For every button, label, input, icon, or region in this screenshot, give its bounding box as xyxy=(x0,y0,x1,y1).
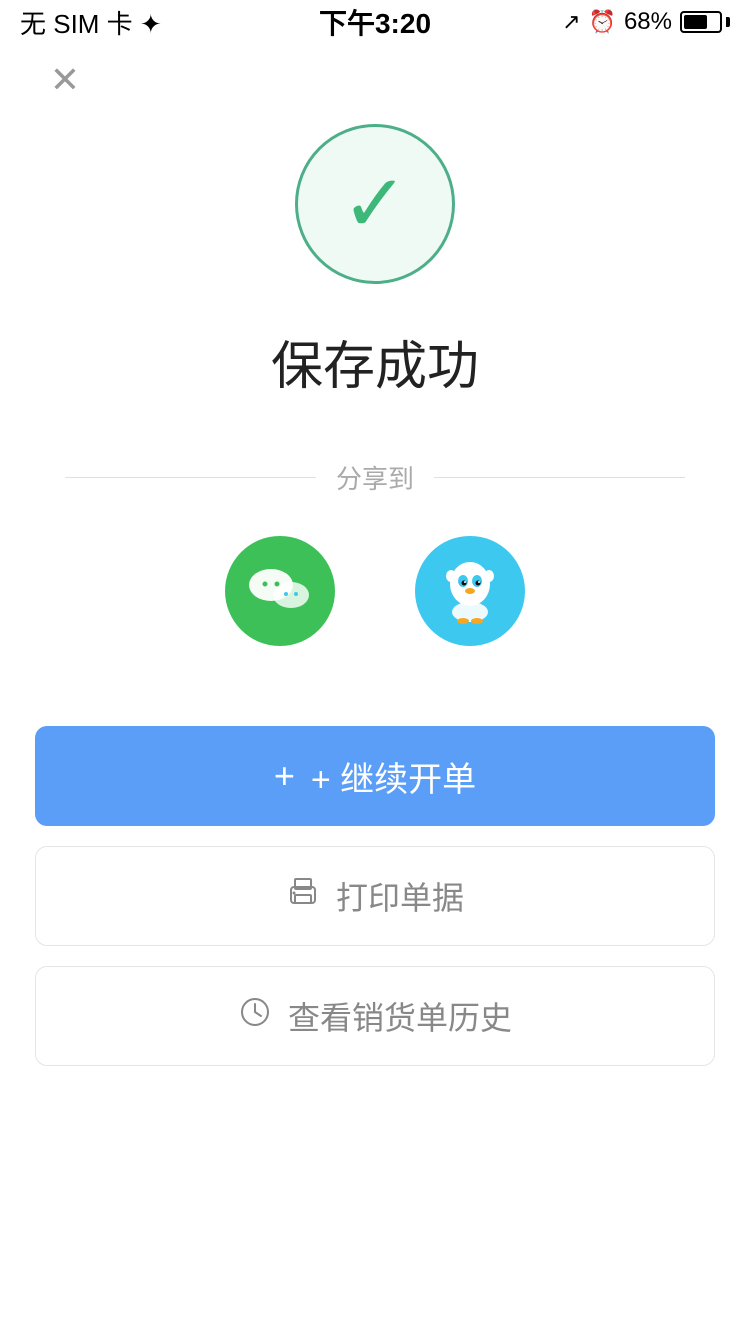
qq-icon xyxy=(441,558,499,624)
close-button[interactable]: ✕ xyxy=(40,55,90,105)
success-circle: ✓ xyxy=(295,124,455,284)
print-label: 打印单据 xyxy=(336,873,464,919)
battery-icon xyxy=(680,11,730,33)
close-icon: ✕ xyxy=(50,59,80,101)
qq-share-button[interactable] xyxy=(415,536,525,646)
action-buttons: + + 继续开单 打印单据 查看销货单 xyxy=(35,726,715,1066)
wechat-share-button[interactable] xyxy=(225,536,335,646)
print-button[interactable]: 打印单据 xyxy=(35,846,715,946)
alarm-icon: ⏰ xyxy=(589,9,616,35)
battery-percent: 68% xyxy=(624,8,672,36)
status-right: ↗ ⏰ 68% xyxy=(562,8,730,36)
divider-left xyxy=(65,477,316,478)
status-time: 下午3:20 xyxy=(319,2,431,42)
clock-icon xyxy=(238,995,272,1038)
direction-icon: ↗ xyxy=(562,9,580,35)
printer-icon xyxy=(286,875,320,918)
share-divider: 分享到 xyxy=(65,459,685,496)
success-title: 保存成功 xyxy=(271,324,479,399)
continue-order-button[interactable]: + + 继续开单 xyxy=(35,726,715,826)
status-bar: 无 SIM 卡 ✦ 下午3:20 ↗ ⏰ 68% xyxy=(0,0,750,44)
checkmark-icon: ✓ xyxy=(341,164,408,244)
main-content: ✓ 保存成功 分享到 xyxy=(0,44,750,1066)
wechat-icon xyxy=(247,563,313,619)
history-label: 查看销货单历史 xyxy=(288,993,512,1039)
share-label: 分享到 xyxy=(316,459,434,496)
status-left: 无 SIM 卡 ✦ xyxy=(20,4,162,41)
plus-icon: + xyxy=(274,755,295,797)
history-button[interactable]: 查看销货单历史 xyxy=(35,966,715,1066)
continue-order-label: + 继续开单 xyxy=(311,752,476,801)
share-icons xyxy=(225,536,525,646)
divider-right xyxy=(434,477,685,478)
sim-status: 无 SIM 卡 ✦ xyxy=(20,4,162,41)
